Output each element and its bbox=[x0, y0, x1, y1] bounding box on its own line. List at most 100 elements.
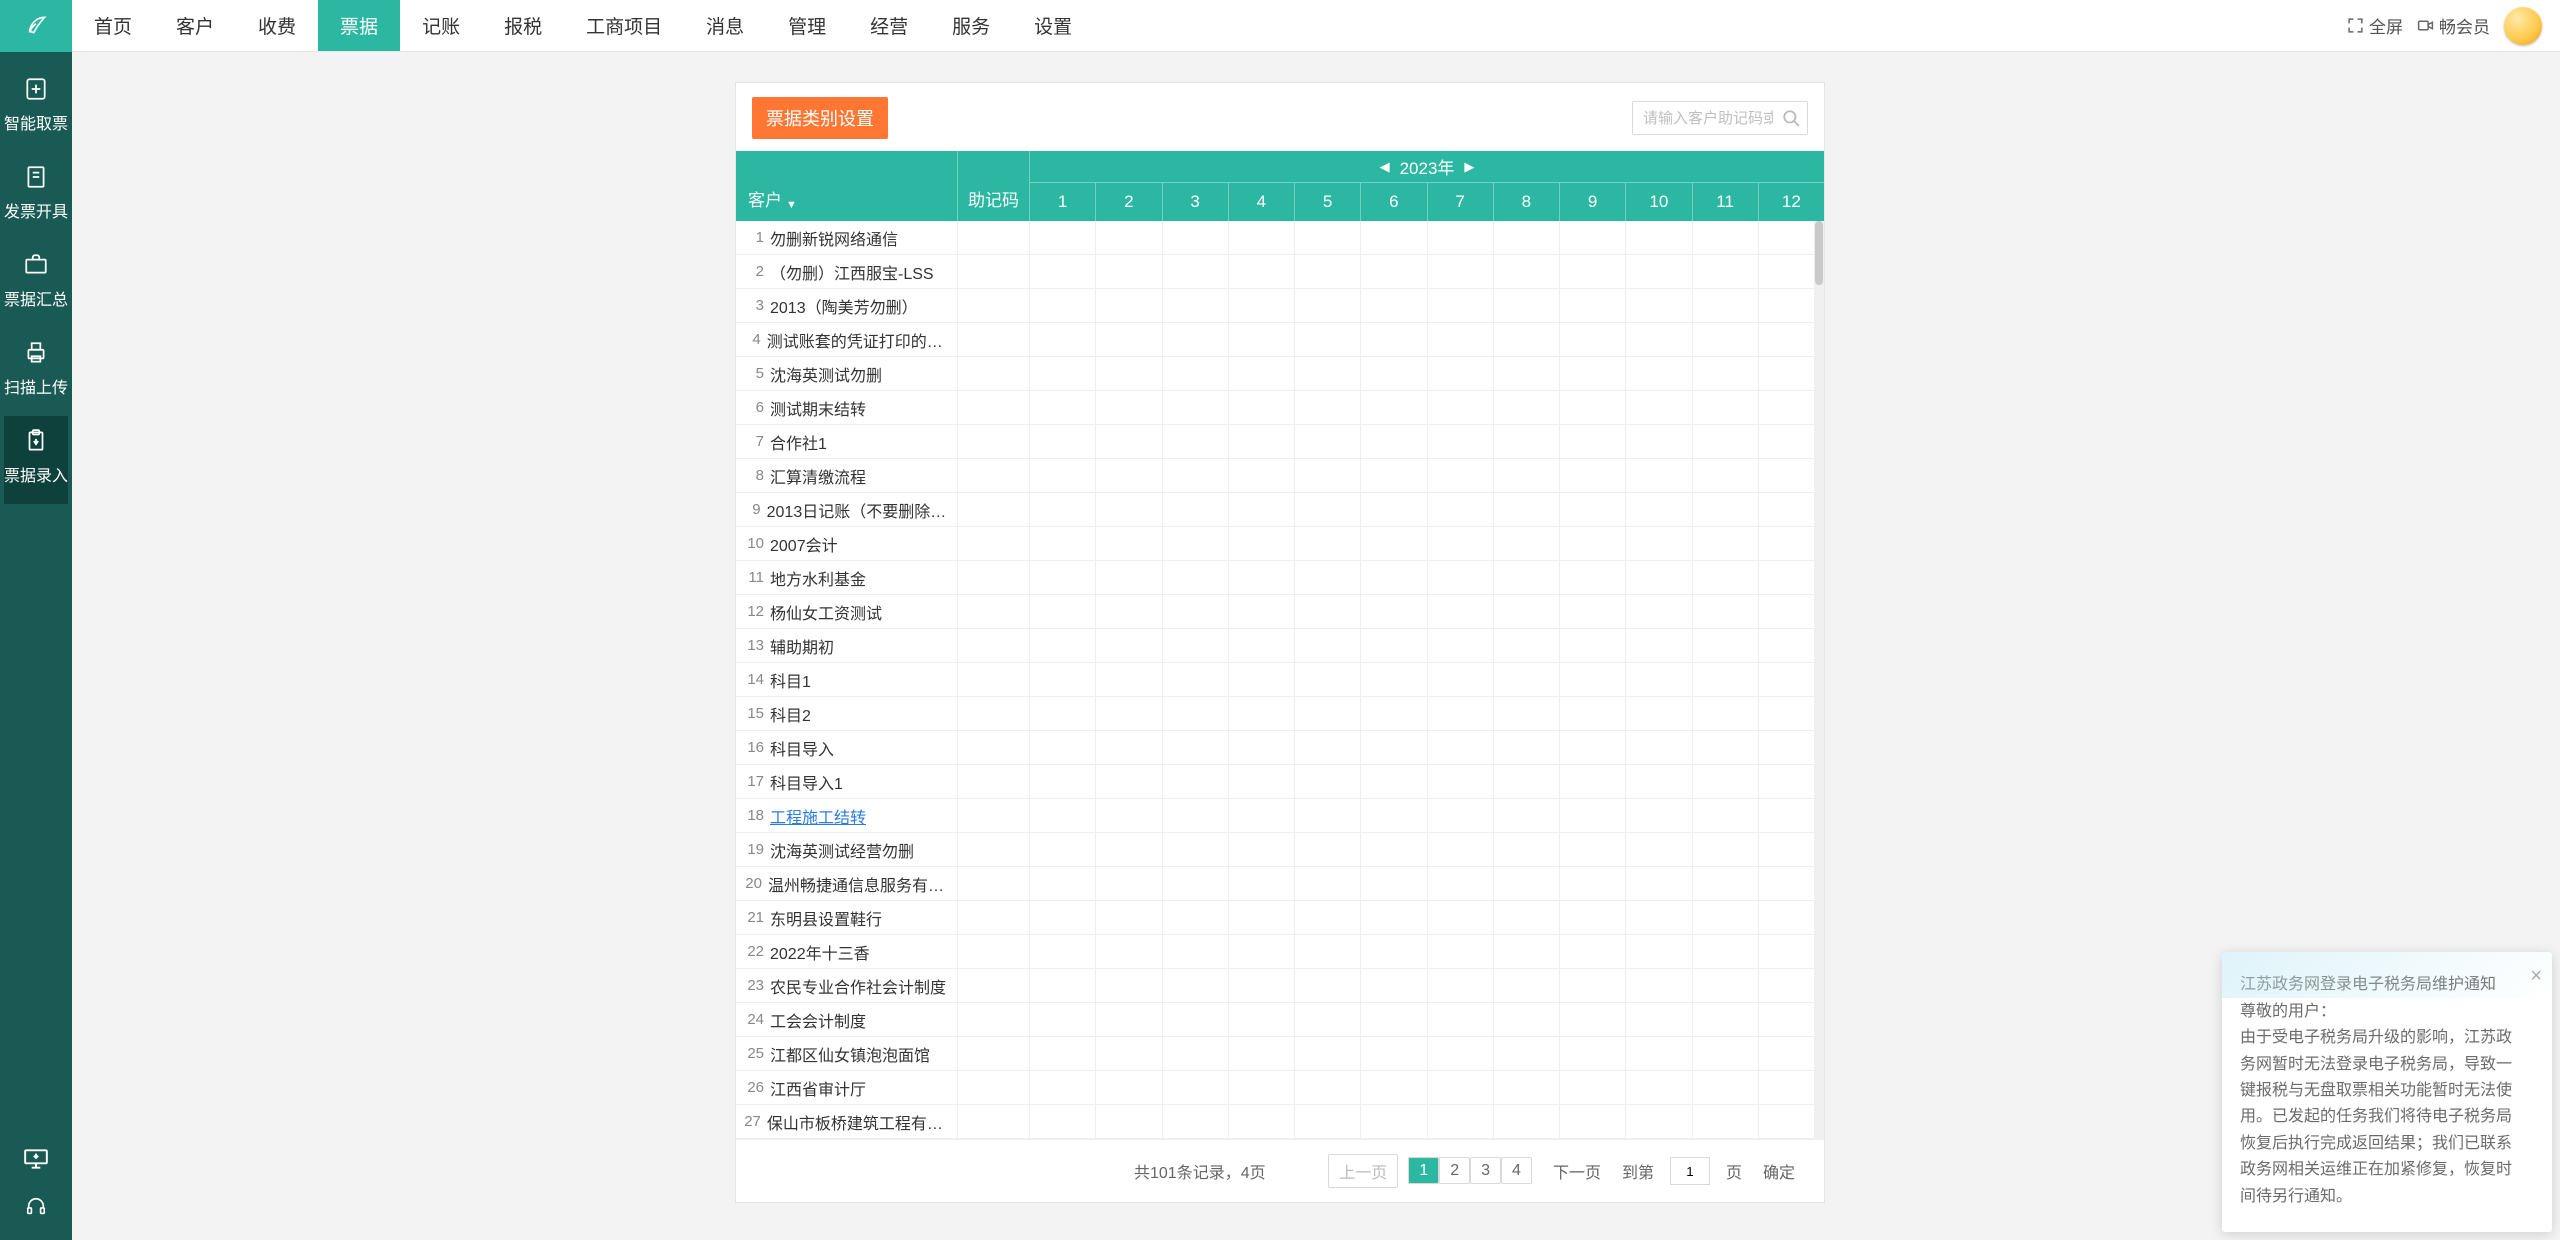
cell-month[interactable] bbox=[1030, 255, 1096, 288]
cell-month[interactable] bbox=[1626, 697, 1692, 730]
cell-month[interactable] bbox=[1361, 1105, 1427, 1138]
pager-next-button[interactable]: 下一页 bbox=[1542, 1154, 1612, 1188]
cell-month[interactable] bbox=[1626, 1037, 1692, 1070]
cell-month[interactable] bbox=[1030, 1037, 1096, 1070]
cell-month[interactable] bbox=[1560, 935, 1626, 968]
cell-month[interactable] bbox=[1163, 969, 1229, 1002]
top-nav-消息[interactable]: 消息 bbox=[684, 0, 766, 51]
cell-month[interactable] bbox=[1096, 255, 1162, 288]
cell-month[interactable] bbox=[1096, 697, 1162, 730]
month-col-11[interactable]: 11 bbox=[1693, 183, 1759, 221]
month-col-2[interactable]: 2 bbox=[1096, 183, 1162, 221]
cell-month[interactable] bbox=[1428, 833, 1494, 866]
cell-month[interactable] bbox=[1096, 1037, 1162, 1070]
cell-month[interactable] bbox=[1163, 425, 1229, 458]
cell-month[interactable] bbox=[1428, 663, 1494, 696]
table-row[interactable]: 21东明县设置鞋行 bbox=[736, 901, 1824, 935]
cell-month[interactable] bbox=[1361, 867, 1427, 900]
cell-month[interactable] bbox=[1560, 765, 1626, 798]
member-button[interactable]: 畅会员 bbox=[2417, 13, 2490, 38]
cell-month[interactable] bbox=[1295, 255, 1361, 288]
cell-month[interactable] bbox=[1626, 357, 1692, 390]
cell-month[interactable] bbox=[1693, 901, 1759, 934]
cell-month[interactable] bbox=[1229, 935, 1295, 968]
cell-month[interactable] bbox=[1096, 833, 1162, 866]
monitor-icon[interactable] bbox=[23, 1148, 49, 1170]
cell-month[interactable] bbox=[1229, 1003, 1295, 1036]
cell-month[interactable] bbox=[1163, 459, 1229, 492]
cell-month[interactable] bbox=[1163, 1037, 1229, 1070]
cell-month[interactable] bbox=[1361, 833, 1427, 866]
cell-month[interactable] bbox=[1295, 1105, 1361, 1138]
cell-month[interactable] bbox=[1494, 493, 1560, 526]
month-col-7[interactable]: 7 bbox=[1428, 183, 1494, 221]
cell-month[interactable] bbox=[1693, 255, 1759, 288]
cell-month[interactable] bbox=[1163, 357, 1229, 390]
cell-month[interactable] bbox=[1626, 425, 1692, 458]
cell-month[interactable] bbox=[1030, 901, 1096, 934]
year-prev-button[interactable]: ◀ bbox=[1380, 159, 1390, 175]
col-header-customer[interactable]: 客户 ▼ bbox=[736, 151, 958, 221]
cell-month[interactable] bbox=[1229, 527, 1295, 560]
cell-month[interactable] bbox=[1295, 969, 1361, 1002]
cell-month[interactable] bbox=[1295, 289, 1361, 322]
cell-month[interactable] bbox=[1030, 969, 1096, 1002]
cell-month[interactable] bbox=[1428, 969, 1494, 1002]
cell-month[interactable] bbox=[1560, 969, 1626, 1002]
cell-month[interactable] bbox=[1096, 1003, 1162, 1036]
table-row[interactable]: 23农民专业合作社会计制度 bbox=[736, 969, 1824, 1003]
cell-month[interactable] bbox=[1295, 901, 1361, 934]
cell-month[interactable] bbox=[1494, 391, 1560, 424]
cell-month[interactable] bbox=[1096, 935, 1162, 968]
table-row[interactable]: 14科目1 bbox=[736, 663, 1824, 697]
cell-month[interactable] bbox=[1096, 391, 1162, 424]
cell-month[interactable] bbox=[1030, 731, 1096, 764]
notice-close-button[interactable]: × bbox=[2530, 960, 2542, 993]
cell-month[interactable] bbox=[1096, 901, 1162, 934]
month-col-9[interactable]: 9 bbox=[1560, 183, 1626, 221]
month-col-12[interactable]: 12 bbox=[1759, 183, 1824, 221]
cell-month[interactable] bbox=[1163, 799, 1229, 832]
col-header-mnemonic[interactable]: 助记码 bbox=[958, 151, 1030, 221]
top-nav-票据[interactable]: 票据 bbox=[318, 0, 400, 51]
cell-month[interactable] bbox=[1229, 731, 1295, 764]
table-row[interactable]: 17科目导入1 bbox=[736, 765, 1824, 799]
cell-month[interactable] bbox=[1229, 289, 1295, 322]
cell-month[interactable] bbox=[1229, 833, 1295, 866]
cell-month[interactable] bbox=[1494, 663, 1560, 696]
cell-month[interactable] bbox=[1096, 493, 1162, 526]
cell-month[interactable] bbox=[1560, 901, 1626, 934]
cell-month[interactable] bbox=[1428, 799, 1494, 832]
cell-month[interactable] bbox=[1163, 561, 1229, 594]
cell-month[interactable] bbox=[1428, 1003, 1494, 1036]
cell-month[interactable] bbox=[1229, 595, 1295, 628]
cell-month[interactable] bbox=[1494, 765, 1560, 798]
top-nav-经营[interactable]: 经营 bbox=[848, 0, 930, 51]
cell-month[interactable] bbox=[1030, 629, 1096, 662]
table-row[interactable]: 19沈海英测试经营勿删 bbox=[736, 833, 1824, 867]
cell-month[interactable] bbox=[1229, 629, 1295, 662]
cell-month[interactable] bbox=[1428, 561, 1494, 594]
cell-month[interactable] bbox=[1295, 323, 1361, 356]
cell-month[interactable] bbox=[1229, 357, 1295, 390]
cell-month[interactable] bbox=[1494, 901, 1560, 934]
cell-month[interactable] bbox=[1560, 1003, 1626, 1036]
cell-month[interactable] bbox=[1163, 391, 1229, 424]
cell-month[interactable] bbox=[1361, 289, 1427, 322]
cell-month[interactable] bbox=[1626, 323, 1692, 356]
cell-month[interactable] bbox=[1361, 1003, 1427, 1036]
cell-month[interactable] bbox=[1428, 527, 1494, 560]
cell-month[interactable] bbox=[1693, 1037, 1759, 1070]
cell-month[interactable] bbox=[1560, 323, 1626, 356]
pager-page-3[interactable]: 3 bbox=[1470, 1157, 1501, 1184]
table-row[interactable]: 222022年十三香 bbox=[736, 935, 1824, 969]
pager-page-4[interactable]: 4 bbox=[1501, 1157, 1532, 1184]
cell-month[interactable] bbox=[1163, 595, 1229, 628]
cell-month[interactable] bbox=[1096, 595, 1162, 628]
cell-month[interactable] bbox=[1693, 595, 1759, 628]
cell-month[interactable] bbox=[1693, 289, 1759, 322]
cell-month[interactable] bbox=[1229, 663, 1295, 696]
cell-month[interactable] bbox=[1030, 561, 1096, 594]
cell-month[interactable] bbox=[1030, 527, 1096, 560]
top-nav-管理[interactable]: 管理 bbox=[766, 0, 848, 51]
